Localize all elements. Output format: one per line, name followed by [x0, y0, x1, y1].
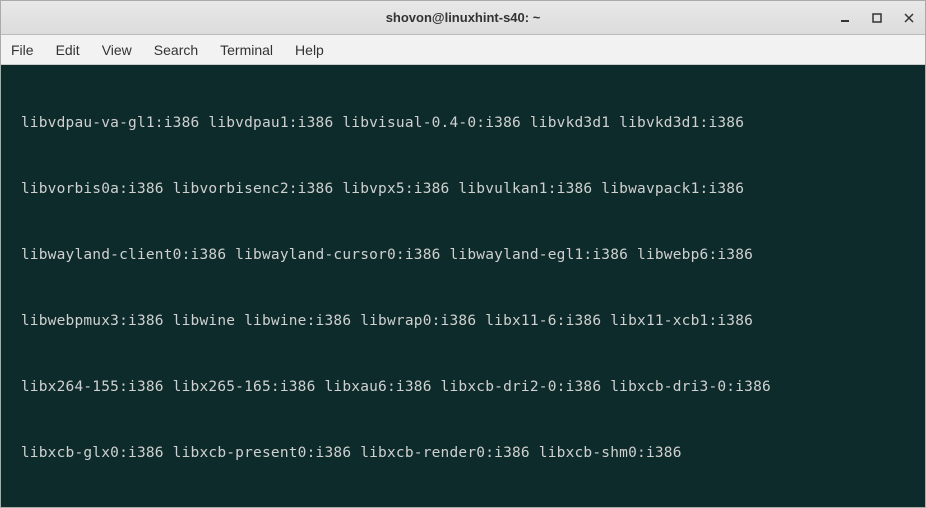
- terminal-line: libwayland-client0:i386 libwayland-curso…: [3, 244, 923, 266]
- menu-file[interactable]: File: [11, 42, 34, 58]
- menu-search[interactable]: Search: [154, 42, 198, 58]
- titlebar: shovon@linuxhint-s40: ~: [1, 1, 925, 35]
- terminal-output[interactable]: libvdpau-va-gl1:i386 libvdpau1:i386 libv…: [1, 65, 925, 507]
- terminal-line: libvdpau-va-gl1:i386 libvdpau1:i386 libv…: [3, 112, 923, 134]
- terminal-line: libxcb-glx0:i386 libxcb-present0:i386 li…: [3, 442, 923, 464]
- terminal-line: libvorbis0a:i386 libvorbisenc2:i386 libv…: [3, 178, 923, 200]
- terminal-window: shovon@linuxhint-s40: ~ File Edit View S…: [0, 0, 926, 508]
- menu-terminal[interactable]: Terminal: [220, 42, 273, 58]
- window-controls: [835, 8, 919, 28]
- close-icon: [904, 13, 914, 23]
- maximize-button[interactable]: [867, 8, 887, 28]
- window-title: shovon@linuxhint-s40: ~: [386, 10, 541, 25]
- maximize-icon: [872, 13, 882, 23]
- close-button[interactable]: [899, 8, 919, 28]
- menu-edit[interactable]: Edit: [56, 42, 80, 58]
- terminal-line: libx264-155:i386 libx265-165:i386 libxau…: [3, 376, 923, 398]
- minimize-button[interactable]: [835, 8, 855, 28]
- menu-help[interactable]: Help: [295, 42, 324, 58]
- menubar: File Edit View Search Terminal Help: [1, 35, 925, 65]
- minimize-icon: [840, 13, 850, 23]
- terminal-line: libwebpmux3:i386 libwine libwine:i386 li…: [3, 310, 923, 332]
- menu-view[interactable]: View: [102, 42, 132, 58]
